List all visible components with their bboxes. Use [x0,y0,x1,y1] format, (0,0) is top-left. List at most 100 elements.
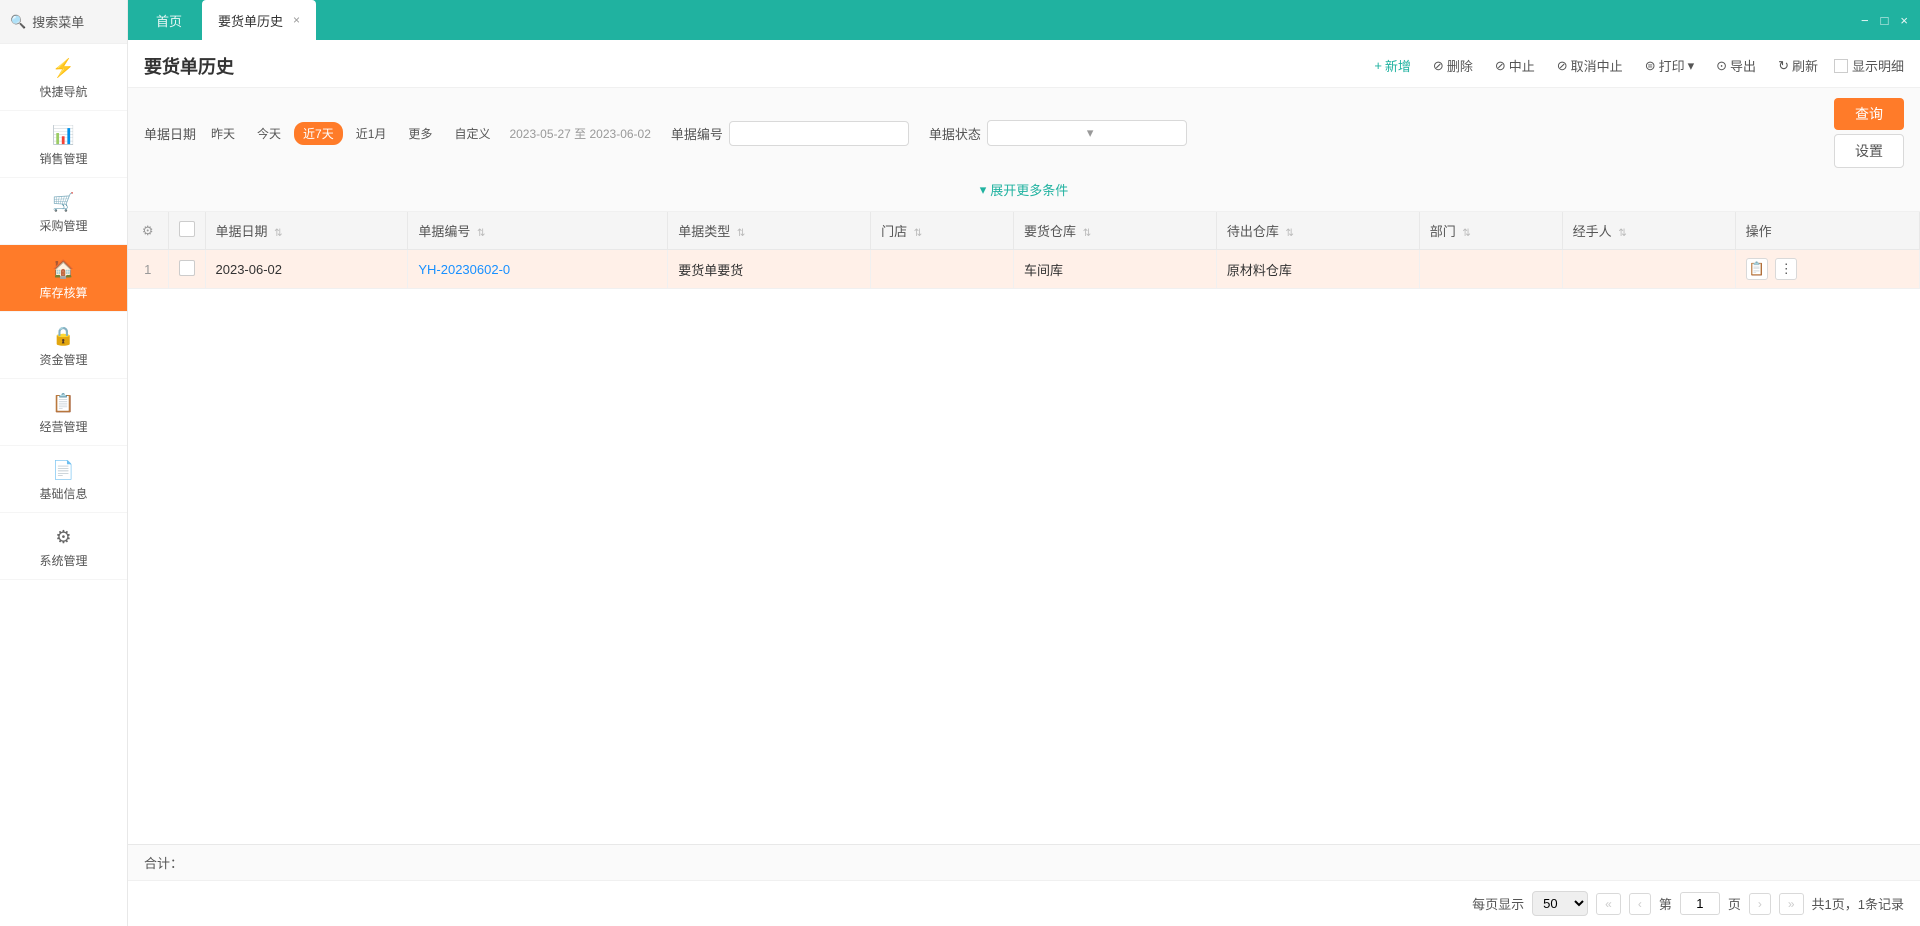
th-handler[interactable]: 经手人 ⇅ [1562,212,1735,250]
th-pending-warehouse[interactable]: 待出仓库 ⇅ [1216,212,1419,250]
suspend-button[interactable]: ⊘ 中止 [1489,52,1541,79]
sidebar-item-quick-nav[interactable]: ⚡ 快捷导航 [0,44,127,111]
sidebar-item-base-info[interactable]: 📄 基础信息 [0,446,127,513]
filter-area: 单据日期 昨天 今天 近7天 近1月 更多 自定义 2023-05-27 至 2… [128,88,1920,212]
th-checkbox [168,212,205,250]
content-area: 要货单历史 + 新增 ⊘ 删除 ⊘ 中止 ⊘ 取消中止 [128,40,1920,926]
doc-no-link[interactable]: YH-20230602-0 [418,262,510,277]
topbar: 首页 要货单历史 × − □ × [128,0,1920,40]
row-view-button[interactable]: 📋 [1746,258,1768,280]
tab-home[interactable]: 首页 [140,0,198,40]
th-req-warehouse[interactable]: 要货仓库 ⇅ [1014,212,1217,250]
sidebar-item-label: 库存核算 [39,284,87,301]
tab-active[interactable]: 要货单历史 × [202,0,316,40]
sort-icon-doc-no: ⇅ [477,228,485,239]
row-checkbox[interactable] [168,250,205,289]
row-operations: 📋 ⋮ [1735,250,1919,289]
print-button[interactable]: ⊜ 打印 ▾ [1639,52,1700,79]
row-doc-type: 要货单要货 [668,250,871,289]
sidebar-item-purchase[interactable]: 🛒 采购管理 [0,178,127,245]
date-btn-today[interactable]: 今天 [248,122,290,145]
date-btn-7days[interactable]: 近7天 [294,122,343,145]
maximize-button[interactable]: □ [1881,13,1889,28]
row-handler [1562,250,1735,289]
date-btn-more[interactable]: 更多 [399,122,441,145]
page-size-select[interactable]: 50 100 200 [1532,891,1588,916]
sort-icon-doc-type: ⇅ [737,228,745,239]
sidebar-item-sales[interactable]: 📊 销售管理 [0,111,127,178]
sidebar-item-operations[interactable]: 📋 经营管理 [0,379,127,446]
search-button[interactable]: 查询 [1834,98,1904,130]
th-operation: 操作 [1735,212,1919,250]
th-doc-date[interactable]: 单据日期 ⇅ [205,212,408,250]
date-quick-buttons: 昨天 今天 近7天 近1月 更多 自定义 [202,122,499,145]
next-page-button[interactable]: › [1749,893,1771,915]
setting-button[interactable]: 设置 [1834,134,1904,168]
th-settings[interactable]: ⚙ [128,212,168,250]
date-range-text: 2023-05-27 至 2023-06-02 [509,125,650,142]
sidebar-item-finance[interactable]: 🔒 资金管理 [0,312,127,379]
expand-more-button[interactable]: ▾ 展开更多条件 [980,180,1069,199]
total-info: 共1页，1条记录 [1812,894,1904,913]
last-page-button[interactable]: » [1779,893,1804,915]
finance-icon: 🔒 [52,326,74,347]
th-dept[interactable]: 部门 ⇅ [1419,212,1562,250]
sidebar-item-label: 快捷导航 [39,83,87,100]
print-dropdown-icon: ▾ [1688,58,1695,74]
row-select-checkbox[interactable] [179,260,195,276]
sidebar-item-inventory[interactable]: 🏠 库存核算 [0,245,127,312]
th-store[interactable]: 门店 ⇅ [871,212,1014,250]
doc-no-label: 单据编号 [671,124,723,143]
delete-button[interactable]: ⊘ 删除 [1427,52,1479,79]
th-doc-no[interactable]: 单据编号 ⇅ [408,212,668,250]
row-dept [1419,250,1562,289]
sidebar-item-label: 资金管理 [39,351,87,368]
th-doc-type[interactable]: 单据类型 ⇅ [668,212,871,250]
base-info-icon: 📄 [52,460,74,481]
print-icon: ⊜ [1645,58,1656,74]
select-all-checkbox[interactable] [179,221,195,237]
doc-no-input[interactable] [729,121,909,146]
expand-icon: ▾ [980,182,987,198]
page-number-input[interactable] [1680,892,1720,915]
row-doc-date: 2023-06-02 [205,250,408,289]
status-dropdown-icon: ▾ [1087,125,1178,141]
date-btn-yesterday[interactable]: 昨天 [202,122,244,145]
cancel-suspend-button[interactable]: ⊘ 取消中止 [1551,52,1629,79]
sidebar-item-label: 基础信息 [39,485,87,502]
date-filter-label: 单据日期 [144,124,196,143]
minimize-button[interactable]: − [1861,13,1869,28]
date-btn-custom[interactable]: 自定义 [445,122,499,145]
pagination: 每页显示 50 100 200 « ‹ 第 页 › » 共1页，1条记录 [128,880,1920,926]
toolbar: + 新增 ⊘ 删除 ⊘ 中止 ⊘ 取消中止 ⊜ 打印 ▾ [1368,52,1904,79]
sidebar-search[interactable]: 🔍 搜索菜单 [0,0,127,44]
new-label: 新增 [1385,56,1411,75]
refresh-button[interactable]: ↻ 刷新 [1772,52,1824,79]
row-doc-no: YH-20230602-0 [408,250,668,289]
status-label: 单据状态 [929,124,981,143]
export-button[interactable]: ⊙ 导出 [1710,52,1762,79]
refresh-label: 刷新 [1792,56,1818,75]
expand-more-row: ▾ 展开更多条件 [144,176,1904,205]
new-icon: + [1374,58,1382,73]
first-page-button[interactable]: « [1596,893,1621,915]
summary-label: 合计： [144,853,183,872]
sidebar-item-system[interactable]: ⚙ 系统管理 [0,513,127,580]
display-detail-checkbox[interactable] [1834,59,1848,73]
topbar-right-controls: − □ × [1861,13,1908,28]
table-wrap: ⚙ 单据日期 ⇅ 单据编号 ⇅ 单据类型 [128,212,1920,844]
status-select[interactable]: ▾ [987,120,1187,146]
tab-close-button[interactable]: × [293,13,300,27]
display-detail-toggle[interactable]: 显示明细 [1834,56,1904,75]
display-detail-label: 显示明细 [1852,56,1904,75]
row-more-button[interactable]: ⋮ [1775,258,1797,280]
table-footer: 合计： [128,844,1920,880]
page-unit: 页 [1728,894,1741,913]
status-filter-group: 单据状态 ▾ [929,120,1187,146]
date-btn-1month[interactable]: 近1月 [347,122,396,145]
prev-page-button[interactable]: ‹ [1629,893,1651,915]
close-window-button[interactable]: × [1900,13,1908,28]
export-icon: ⊙ [1716,58,1727,74]
page-size-label: 每页显示 [1472,894,1524,913]
new-button[interactable]: + 新增 [1368,52,1417,79]
